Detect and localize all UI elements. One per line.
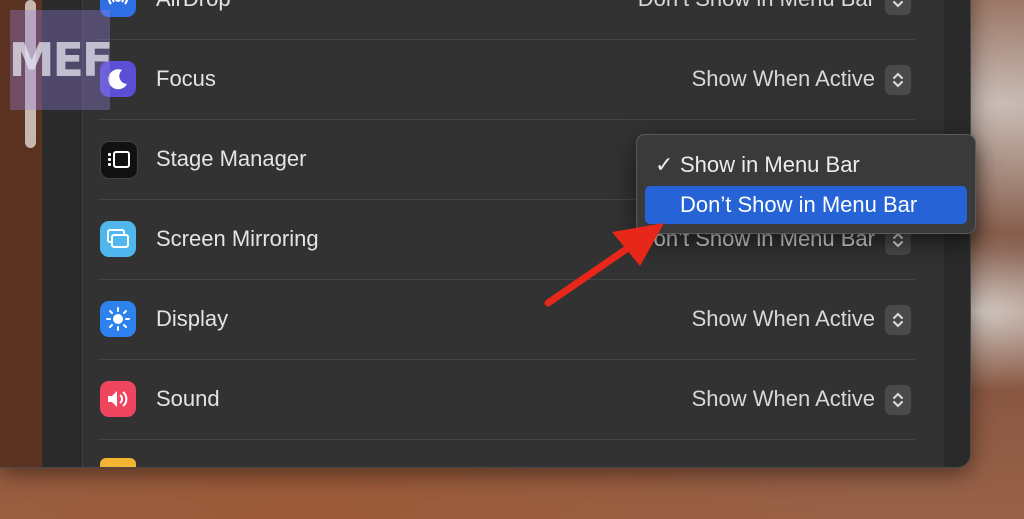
annotation-arrow-icon (544, 223, 664, 307)
watermark-logo: MEF (8, 10, 114, 110)
watermark-text: MEF (8, 33, 114, 87)
